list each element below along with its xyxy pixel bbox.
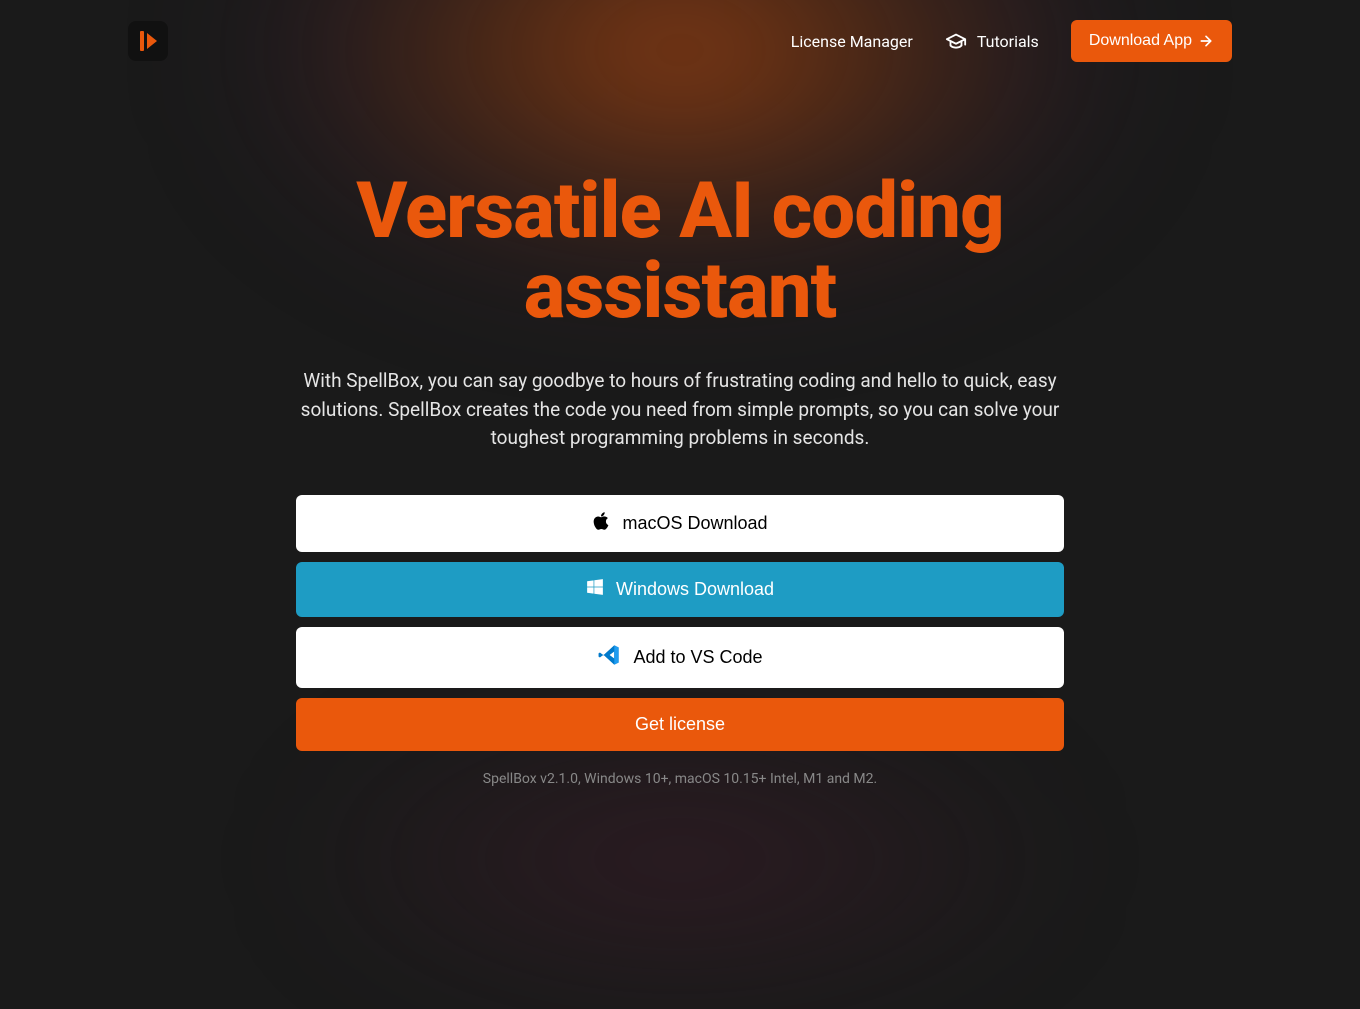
nav-license-manager[interactable]: License Manager (791, 32, 913, 51)
nav-tutorials[interactable]: Tutorials (945, 30, 1039, 52)
windows-download-label: Windows Download (616, 579, 774, 600)
arrow-right-icon (1198, 33, 1214, 49)
graduation-cap-icon (945, 30, 967, 52)
download-buttons: macOS Download Windows Download Add to V… (296, 495, 1064, 751)
logo[interactable] (128, 21, 168, 61)
version-info: SpellBox v2.1.0, Windows 10+, macOS 10.1… (296, 771, 1064, 787)
hero-subtitle: With SpellBox, you can say goodbye to ho… (300, 367, 1060, 453)
download-app-button[interactable]: Download App (1071, 20, 1232, 62)
get-license-button[interactable]: Get license (296, 698, 1064, 751)
hero-title: Versatile AI coding assistant (296, 172, 1064, 331)
hero-section: Versatile AI coding assistant With Spell… (296, 82, 1064, 787)
vscode-icon (597, 643, 621, 672)
windows-download-button[interactable]: Windows Download (296, 562, 1064, 617)
logo-icon (140, 31, 157, 51)
header: License Manager Tutorials Download App (0, 0, 1360, 82)
nav: License Manager Tutorials Download App (791, 20, 1232, 62)
apple-icon (592, 511, 610, 536)
macos-download-label: macOS Download (622, 513, 767, 534)
vscode-label: Add to VS Code (633, 647, 762, 668)
vscode-button[interactable]: Add to VS Code (296, 627, 1064, 688)
download-app-label: Download App (1089, 32, 1192, 50)
nav-tutorials-label: Tutorials (977, 32, 1039, 51)
get-license-label: Get license (635, 714, 725, 735)
macos-download-button[interactable]: macOS Download (296, 495, 1064, 552)
windows-icon (586, 578, 604, 601)
